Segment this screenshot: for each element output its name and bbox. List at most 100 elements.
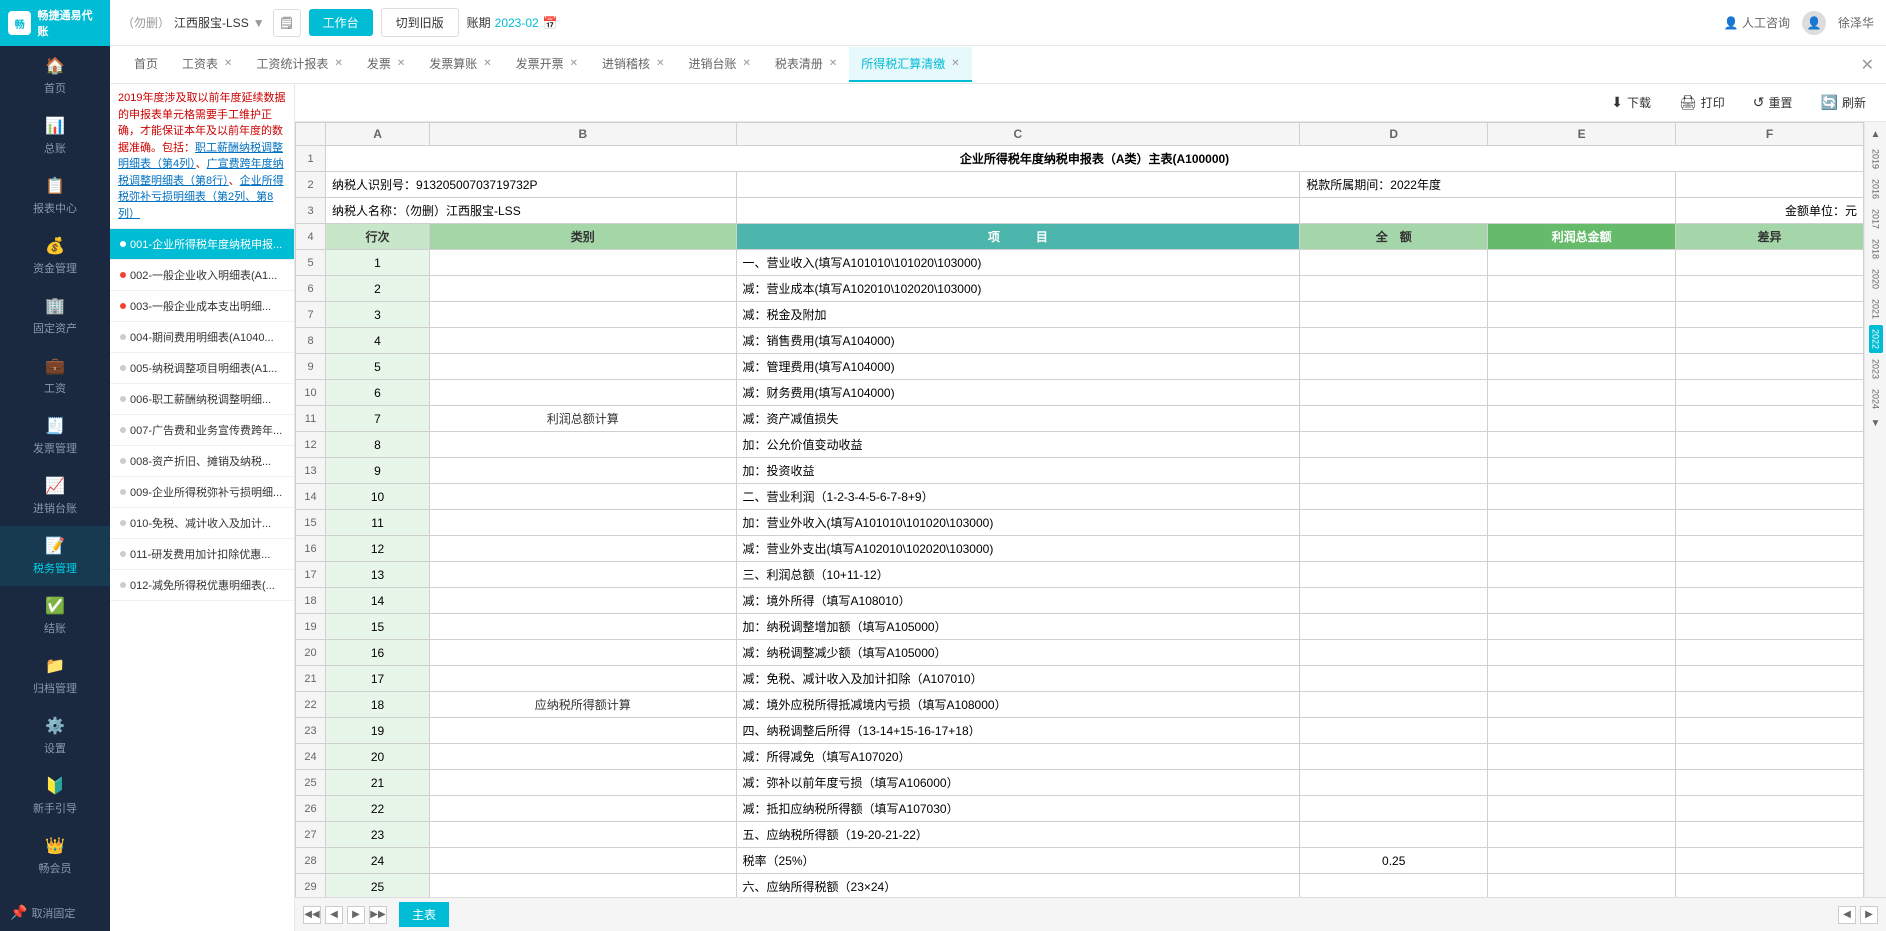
year-nav-item-2018[interactable]: 2018 [1869,235,1883,263]
row-xiangmu-21[interactable]: 减：抵扣应纳税所得额（填写A107030） [736,796,1300,822]
row-chay-4[interactable] [1676,354,1864,380]
row-xuhao-7[interactable]: 8 [326,432,430,458]
list-item-001[interactable]: 001-企业所得税年度纳税申报... [110,229,294,260]
tab-close-1[interactable]: ✕ [224,58,232,69]
row-lrze-13[interactable] [1488,588,1676,614]
row-chay-2[interactable] [1676,302,1864,328]
row-jine-23[interactable]: 0.25 [1300,848,1488,874]
row-chay-10[interactable] [1676,510,1864,536]
row-lrze-11[interactable] [1488,536,1676,562]
row-xuhao-22[interactable]: 23 [326,822,430,848]
nav-tab-6[interactable]: 进销稽核✕ [590,47,676,82]
row-xuhao-16[interactable]: 17 [326,666,430,692]
row-xuhao-20[interactable]: 21 [326,770,430,796]
row-xiangmu-14[interactable]: 加：纳税调整增加额（填写A105000） [736,614,1300,640]
nav-tab-7[interactable]: 进销台账✕ [676,47,762,82]
list-item-010[interactable]: 010-免税、减计收入及加计... [110,508,294,539]
row-chay-24[interactable] [1676,874,1864,898]
row-xuhao-17[interactable]: 18 [326,692,430,718]
sidebar-item-payroll[interactable]: 💼工资 [0,346,110,406]
page-next-arrow[interactable]: ▶ [1860,906,1878,924]
sheet-last-arrow[interactable]: ▶▶ [369,906,387,924]
row-jine-12[interactable] [1300,562,1488,588]
list-item-003[interactable]: 003-一般企业成本支出明细... [110,291,294,322]
row-jine-13[interactable] [1300,588,1488,614]
row-chay-22[interactable] [1676,822,1864,848]
list-item-012[interactable]: 012-减免所得税优惠明细表(... [110,570,294,601]
row-lrze-0[interactable] [1488,250,1676,276]
row-xuhao-6[interactable]: 7 [326,406,430,432]
sheet-next-arrow[interactable]: ▶ [347,906,365,924]
tab-close-8[interactable]: ✕ [829,58,837,69]
row-jine-11[interactable] [1300,536,1488,562]
year-nav-item-2019[interactable]: 2019 [1869,145,1883,173]
row-jine-3[interactable] [1300,328,1488,354]
row-jine-9[interactable] [1300,484,1488,510]
row-xiangmu-18[interactable]: 四、纳税调整后所得（13-14+15-16-17+18） [736,718,1300,744]
row-xuhao-1[interactable]: 2 [326,276,430,302]
row-xuhao-13[interactable]: 14 [326,588,430,614]
row-xuhao-18[interactable]: 19 [326,718,430,744]
row-jine-6[interactable] [1300,406,1488,432]
row-xuhao-2[interactable]: 3 [326,302,430,328]
page-prev-arrow[interactable]: ◀ [1838,906,1856,924]
row-lrze-1[interactable] [1488,276,1676,302]
row-jine-5[interactable] [1300,380,1488,406]
row-chay-0[interactable] [1676,250,1864,276]
sidebar-item-assets[interactable]: 🏢固定资产 [0,286,110,346]
row-chay-3[interactable] [1676,328,1864,354]
row-lrze-20[interactable] [1488,770,1676,796]
year-nav-item-2022[interactable]: 2022 [1869,325,1883,353]
nav-tab-8[interactable]: 税表清册✕ [763,47,849,82]
row-xiangmu-6[interactable]: 减：资产减值损失 [736,406,1300,432]
row-xiangmu-3[interactable]: 减：销售费用(填写A104000) [736,328,1300,354]
print-button[interactable]: 🖨 打印 [1671,90,1733,115]
row-chay-18[interactable] [1676,718,1864,744]
row-xiangmu-4[interactable]: 减：管理费用(填写A104000) [736,354,1300,380]
row-jine-14[interactable] [1300,614,1488,640]
sidebar-item-tax[interactable]: 📝税务管理 [0,526,110,586]
year-nav-item-2024[interactable]: 2024 [1869,385,1883,413]
row-chay-1[interactable] [1676,276,1864,302]
row-jine-19[interactable] [1300,744,1488,770]
copy-icon[interactable]: 🗒 [273,9,301,37]
row-chay-9[interactable] [1676,484,1864,510]
row-xiangmu-5[interactable]: 减：财务费用(填写A104000) [736,380,1300,406]
year-nav-item-2017[interactable]: 2017 [1869,205,1883,233]
tab-close-5[interactable]: ✕ [570,58,578,69]
row-lrze-22[interactable] [1488,822,1676,848]
company-selector[interactable]: （勿删） 江西服宝-LSS ▼ [122,14,265,31]
sidebar-item-ledger[interactable]: 📊总账 [0,106,110,166]
list-item-004[interactable]: 004-期间费用明细表(A1040... [110,322,294,353]
row-lrze-23[interactable] [1488,848,1676,874]
sheet-tab-main[interactable]: 主表 [399,902,449,927]
sidebar-item-sales[interactable]: 📈进销台账 [0,466,110,526]
row-xiangmu-9[interactable]: 二、营业利润（1-2-3-4-5-6-7-8+9） [736,484,1300,510]
year-nav-item-2016[interactable]: 2016 [1869,175,1883,203]
nav-tab-2[interactable]: 工资统计报表✕ [244,47,354,82]
row-lrze-21[interactable] [1488,796,1676,822]
row-chay-7[interactable] [1676,432,1864,458]
row-xiangmu-24[interactable]: 六、应纳所得税额（23×24） [736,874,1300,898]
tab-close-3[interactable]: ✕ [397,58,405,69]
tab-close-6[interactable]: ✕ [656,58,664,69]
sheet-first-arrow[interactable]: ◀◀ [303,906,321,924]
row-xiangmu-20[interactable]: 减：弥补以前年度亏损（填写A106000） [736,770,1300,796]
tab-close-4[interactable]: ✕ [483,58,491,69]
row-xuhao-15[interactable]: 16 [326,640,430,666]
row-xuhao-0[interactable]: 1 [326,250,430,276]
row-lrze-17[interactable] [1488,692,1676,718]
list-item-007[interactable]: 007-广告费和业务宣传费跨年... [110,415,294,446]
list-item-009[interactable]: 009-企业所得税弥补亏损明细... [110,477,294,508]
row-chay-16[interactable] [1676,666,1864,692]
row-xuhao-5[interactable]: 6 [326,380,430,406]
row-xuhao-23[interactable]: 24 [326,848,430,874]
row-chay-5[interactable] [1676,380,1864,406]
row-xuhao-21[interactable]: 22 [326,796,430,822]
row-xiangmu-17[interactable]: 减：境外应税所得抵减境内亏损（填写A108000） [736,692,1300,718]
refresh-button[interactable]: 🔄 刷新 [1813,90,1874,115]
row-xiangmu-11[interactable]: 减：营业外支出(填写A102010\102020\103000) [736,536,1300,562]
sidebar-pin-toggle[interactable]: 📌 取消固定 [0,894,110,931]
row-xuhao-8[interactable]: 9 [326,458,430,484]
row-xiangmu-2[interactable]: 减：税金及附加 [736,302,1300,328]
